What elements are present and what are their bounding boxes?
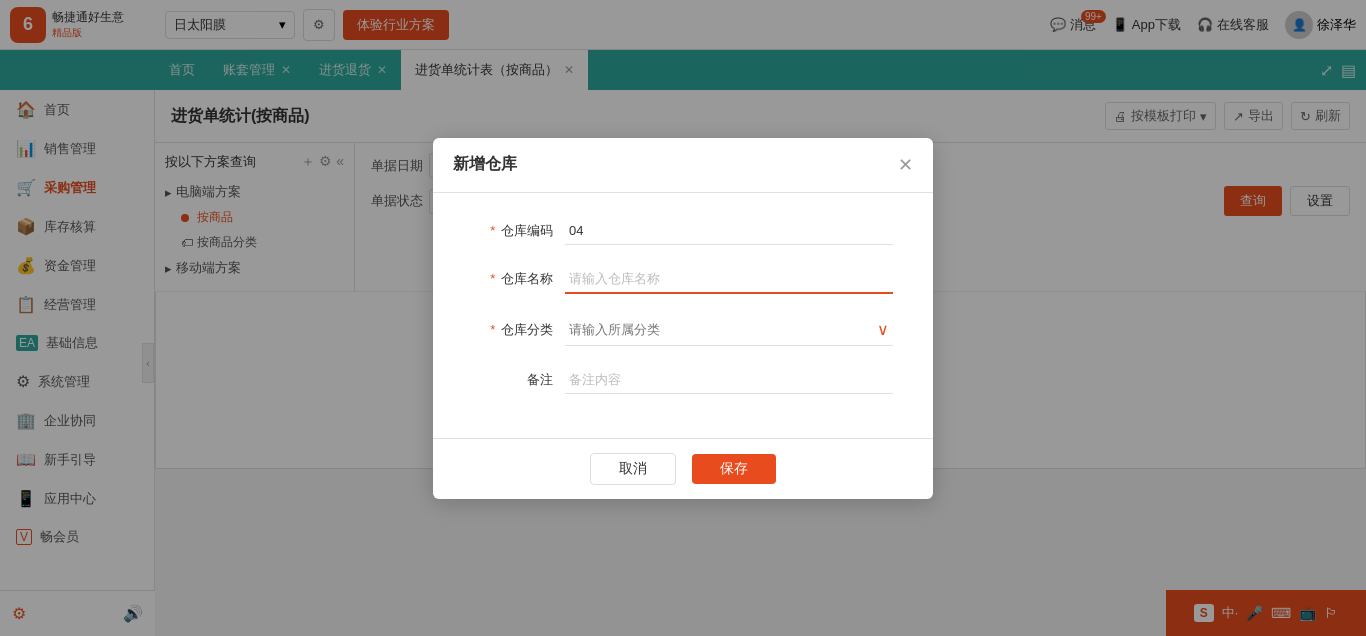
modal-title: 新增仓库 [453, 154, 517, 175]
category-select[interactable]: ∨ [565, 314, 893, 346]
modal-overlay[interactable]: 新增仓库 ✕ * 仓库编码 * 仓库名称 [0, 0, 1366, 636]
category-input[interactable] [569, 322, 877, 337]
cancel-button[interactable]: 取消 [590, 453, 676, 485]
name-label: * 仓库名称 [473, 270, 553, 288]
form-row-note: 备注 [473, 366, 893, 394]
form-row-name: * 仓库名称 [473, 265, 893, 294]
note-label: 备注 [473, 371, 553, 389]
chevron-down-icon: ∨ [877, 320, 889, 339]
modal-footer: 取消 保存 [433, 438, 933, 499]
name-input[interactable] [565, 265, 893, 294]
category-label: * 仓库分类 [473, 321, 553, 339]
save-button[interactable]: 保存 [692, 454, 776, 484]
modal-header: 新增仓库 ✕ [433, 138, 933, 193]
form-row-code: * 仓库编码 [473, 217, 893, 245]
form-row-category: * 仓库分类 ∨ [473, 314, 893, 346]
note-input[interactable] [565, 366, 893, 394]
code-label: * 仓库编码 [473, 222, 553, 240]
modal-body: * 仓库编码 * 仓库名称 * 仓库分类 [433, 193, 933, 438]
code-input[interactable] [565, 217, 893, 245]
modal-close-button[interactable]: ✕ [898, 154, 913, 176]
warehouse-modal: 新增仓库 ✕ * 仓库编码 * 仓库名称 [433, 138, 933, 499]
